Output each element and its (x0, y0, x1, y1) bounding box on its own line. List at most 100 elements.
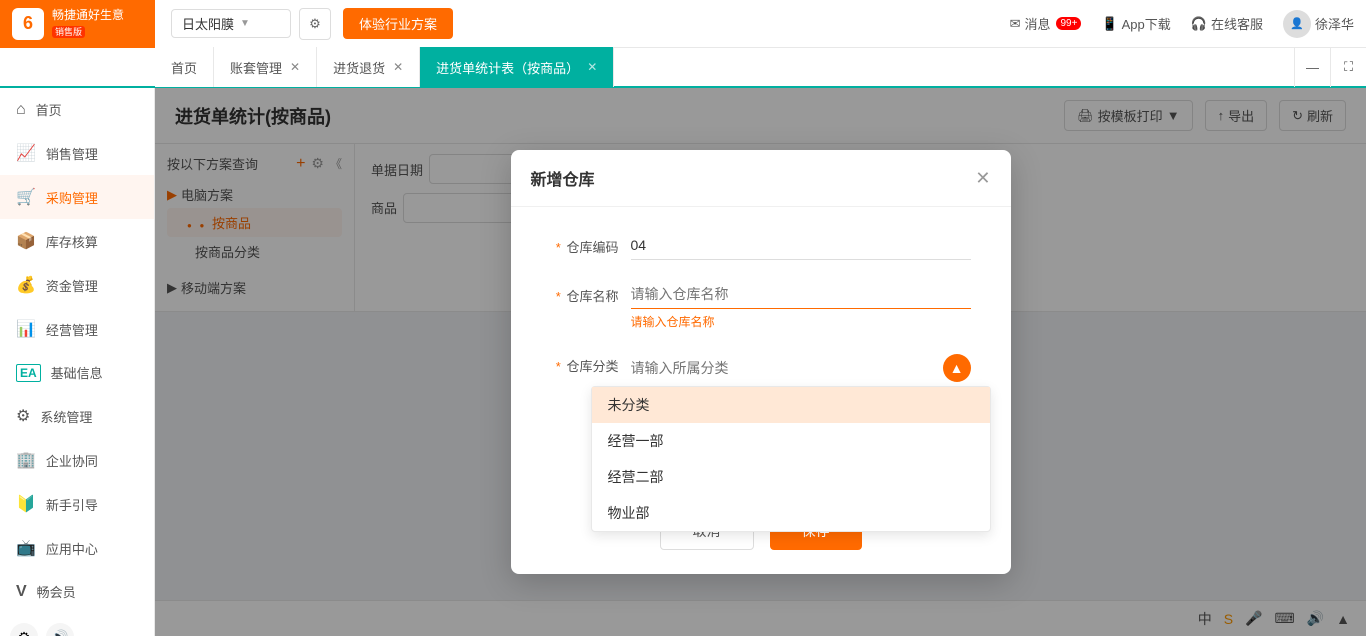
sidebar-item-guide[interactable]: 🔰 新手引导 (0, 482, 154, 526)
warehouse-name-field: * 仓库名称 请输入仓库名称 (551, 280, 971, 330)
name-field-wrap: 请输入仓库名称 (631, 280, 971, 330)
tab-close-active-icon[interactable]: ✕ (587, 60, 597, 74)
settings-icon[interactable]: ⚙ (299, 8, 331, 40)
category-input[interactable] (631, 358, 943, 378)
dropdown-option-1[interactable]: 经营一部 (592, 423, 990, 459)
chevron-down-icon: ▼ (240, 18, 250, 29)
logo-icon: 6 (12, 8, 44, 40)
user-nav[interactable]: 👤 徐泽华 (1283, 10, 1354, 38)
category-label: * 仓库分类 (551, 350, 631, 375)
sidebar-item-finance[interactable]: 💰 资金管理 (0, 263, 154, 307)
tab-purchase-stats-label: 进货单统计表（按商品） (436, 58, 579, 77)
sidebar-item-sales[interactable]: 📈 销售管理 (0, 131, 154, 175)
sidebar-item-home[interactable]: ⌂ 首页 (0, 88, 154, 131)
avatar: 👤 (1283, 10, 1311, 38)
sidebar-speaker-button[interactable]: 🔊 (46, 623, 74, 636)
sidebar-item-guide-label: 新手引导 (46, 495, 98, 514)
tab-home-label: 首页 (171, 58, 197, 77)
tab-purchase-stats[interactable]: 进货单统计表（按商品） ✕ (420, 47, 614, 87)
category-input-row: ▲ (631, 350, 971, 387)
system-icon: ⚙ (16, 406, 30, 426)
brand-name: 畅捷通好生意 (52, 8, 124, 24)
message-label: 消息 (1024, 14, 1050, 33)
dialog-title: 新增仓库 (531, 166, 595, 190)
operation-icon: 📊 (16, 319, 36, 339)
sidebar-item-purchase-label: 采购管理 (46, 188, 98, 207)
name-error-msg: 请输入仓库名称 (631, 313, 971, 330)
logo-text: 畅捷通好生意 销售版 (52, 8, 124, 39)
category-dropdown-list: 未分类 经营一部 经营二部 物业部 (591, 386, 991, 532)
customer-service-nav[interactable]: 🎧 在线客服 (1191, 14, 1263, 33)
code-field-wrap (631, 231, 971, 260)
username: 徐泽华 (1315, 14, 1354, 33)
sidebar-item-company[interactable]: 🏢 企业协同 (0, 438, 154, 482)
tab-close-icon[interactable]: ✕ (393, 60, 403, 74)
required-star-cat: * (556, 359, 561, 374)
sidebar-item-base-label: 基础信息 (51, 363, 103, 382)
sales-icon: 📈 (16, 143, 36, 163)
base-icon: EA (16, 364, 41, 382)
service-label: 在线客服 (1211, 14, 1263, 33)
message-nav[interactable]: ✉ 消息 99+ (1010, 14, 1082, 33)
sidebar-item-system[interactable]: ⚙ 系统管理 (0, 394, 154, 438)
warehouse-code-input[interactable] (631, 231, 971, 260)
sidebar-item-base[interactable]: EA 基础信息 (0, 351, 154, 394)
sidebar-item-sales-label: 销售管理 (46, 144, 98, 163)
tab-accounts[interactable]: 账套管理 ✕ (214, 47, 317, 87)
sidebar-bottom: ⚙ 🔊 (0, 613, 154, 636)
sidebar-item-apps[interactable]: 📺 应用中心 (0, 526, 154, 570)
sidebar-item-apps-label: 应用中心 (46, 539, 98, 558)
sidebar-item-system-label: 系统管理 (40, 407, 92, 426)
sidebar: ⌂ 首页 📈 销售管理 🛒 采购管理 📦 库存核算 💰 资金管理 📊 经营管理 … (0, 88, 155, 636)
sidebar-item-purchase[interactable]: 🛒 采购管理 (0, 175, 154, 219)
tab-close-icon[interactable]: ✕ (290, 60, 300, 74)
sidebar-item-company-label: 企业协同 (46, 451, 98, 470)
store-name: 日太阳膜 (182, 14, 234, 33)
tab-controls: — ⛶ (1294, 47, 1366, 87)
dialog-close-button[interactable]: ✕ (975, 168, 990, 189)
apps-icon: 📺 (16, 538, 36, 558)
tab-accounts-label: 账套管理 (230, 58, 282, 77)
tab-maximize-button[interactable]: ⛶ (1330, 47, 1366, 87)
modal-overlay[interactable]: 新增仓库 ✕ * 仓库编码 (155, 88, 1366, 636)
name-label: * 仓库名称 (551, 280, 631, 305)
warehouse-code-field: * 仓库编码 (551, 231, 971, 260)
sidebar-item-inventory-label: 库存核算 (46, 232, 98, 251)
sidebar-item-inventory[interactable]: 📦 库存核算 (0, 219, 154, 263)
tab-home[interactable]: 首页 (155, 47, 214, 87)
company-icon: 🏢 (16, 450, 36, 470)
dropdown-option-0[interactable]: 未分类 (592, 387, 990, 423)
warehouse-name-input[interactable] (631, 280, 971, 309)
app-download-label: App下载 (1122, 14, 1171, 33)
dropdown-option-3[interactable]: 物业部 (592, 495, 990, 531)
sidebar-item-vip-label: 畅会员 (37, 582, 76, 601)
store-selector[interactable]: 日太阳膜 ▼ (171, 9, 291, 38)
dropdown-arrow-button[interactable]: ▲ (943, 354, 971, 382)
trial-button[interactable]: 体验行业方案 (343, 8, 453, 39)
top-header: 6 畅捷通好生意 销售版 日太阳膜 ▼ ⚙ 体验行业方案 ✉ 消息 99+ 📱 … (0, 0, 1366, 48)
required-star: * (556, 240, 561, 255)
finance-icon: 💰 (16, 275, 36, 295)
dialog-body: * 仓库编码 * 仓库名称 (511, 207, 1011, 496)
sidebar-item-operation-label: 经营管理 (46, 320, 98, 339)
message-icon: ✉ (1010, 16, 1021, 32)
header-right: ✉ 消息 99+ 📱 App下载 🎧 在线客服 👤 徐泽华 (1010, 10, 1354, 38)
category-dropdown-field: ▲ 未分类 经营一部 经营二部 物业部 (631, 350, 971, 387)
required-star-name: * (556, 289, 561, 304)
tab-purchase-return[interactable]: 进货退货 ✕ (317, 47, 420, 87)
inventory-icon: 📦 (16, 231, 36, 251)
sidebar-item-vip[interactable]: V 畅会员 (0, 570, 154, 613)
sidebar-settings-button[interactable]: ⚙ (10, 623, 38, 636)
add-warehouse-dialog: 新增仓库 ✕ * 仓库编码 (511, 150, 1011, 574)
code-label: * 仓库编码 (551, 231, 631, 256)
tab-minimize-button[interactable]: — (1294, 47, 1330, 87)
dropdown-option-2[interactable]: 经营二部 (592, 459, 990, 495)
brand-badge: 销售版 (52, 26, 85, 38)
app-download-nav[interactable]: 📱 App下载 (1101, 14, 1170, 33)
message-badge: 99+ (1056, 17, 1081, 30)
dialog-header: 新增仓库 ✕ (511, 150, 1011, 207)
guide-icon: 🔰 (16, 494, 36, 514)
sidebar-item-operation[interactable]: 📊 经营管理 (0, 307, 154, 351)
content-area: 进货单统计(按商品) 🖨 按模板打印 ▼ ↑ 导出 ↻ 刷新 (155, 88, 1366, 636)
main-layout: ⌂ 首页 📈 销售管理 🛒 采购管理 📦 库存核算 💰 资金管理 📊 经营管理 … (0, 88, 1366, 636)
